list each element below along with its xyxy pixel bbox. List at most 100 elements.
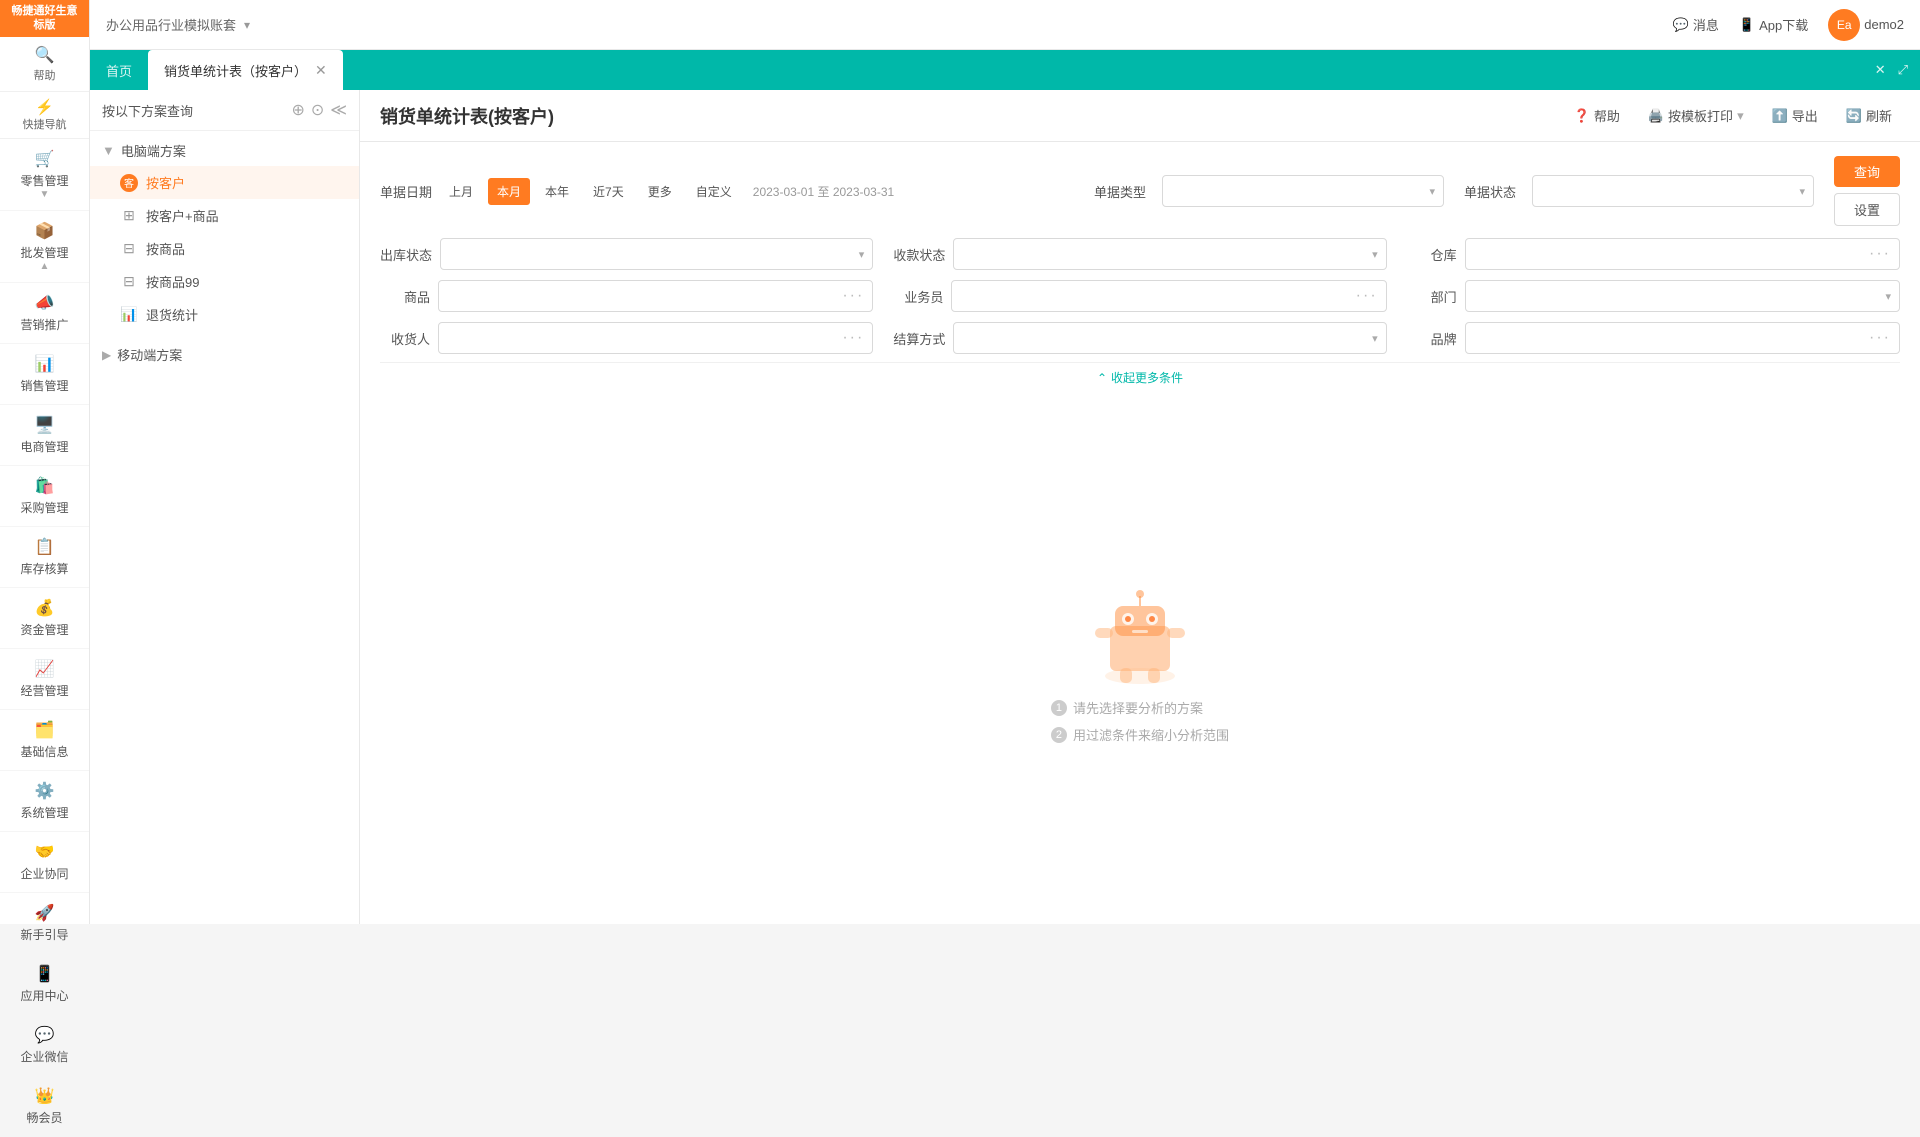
right-panel: 销货单统计表(按客户) ❓ 帮助 🖨️ 按模板打印 ▾ ⬆️ 导出 <box>360 90 1920 924</box>
goods-dots: ··· <box>842 287 864 305</box>
sidebar-item-marketing[interactable]: 📣 营销推广 <box>0 283 89 344</box>
receiver-input[interactable]: ··· <box>438 322 873 354</box>
scheme-item-by-customer[interactable]: 客 按客户 <box>90 166 359 199</box>
filter-date-row: 单据日期 上月 本月 本年 近7天 更多 自定义 2023-03-01 至 20… <box>380 156 1900 226</box>
scheme-item-by-customer-goods[interactable]: ⊞ 按客户+商品 <box>90 199 359 232</box>
tab-home[interactable]: 首页 <box>90 50 148 90</box>
scheme-group-mobile-header[interactable]: ▶ 移动端方案 <box>90 339 359 370</box>
tab-home-label: 首页 <box>106 61 132 80</box>
sidebar-item-member[interactable]: 👑 畅会员 <box>0 1076 89 1137</box>
collapse-panel-btn[interactable]: ≪ <box>330 100 347 120</box>
sidebar-item-wechat[interactable]: 💬 企业微信 <box>0 1015 89 1076</box>
sidebar-item-operations[interactable]: 📈 经营管理 <box>0 649 89 710</box>
operations-label: 经营管理 <box>20 682 68 699</box>
export-btn[interactable]: ⬆️ 导出 <box>1764 102 1826 129</box>
left-panel: 按以下方案查询 ⊕ ⊙ ≪ ▼ 电脑端方案 客 按客户 ⊞ 按客 <box>90 90 360 924</box>
messages-btn[interactable]: 💬 消息 <box>1673 15 1719 34</box>
sidebar-item-newbie[interactable]: 🚀 新手引导 <box>0 893 89 954</box>
date-btn-more[interactable]: 更多 <box>639 178 681 205</box>
brand-dots: ··· <box>1869 329 1891 347</box>
date-btn-this-year[interactable]: 本年 <box>536 178 578 205</box>
by-customer-icon: 客 <box>120 174 138 192</box>
department-label: 部门 <box>1407 287 1457 306</box>
salesperson-label: 业务员 <box>893 287 943 306</box>
add-scheme-btn[interactable]: ⊕ <box>291 100 304 120</box>
sidebar-item-purchase[interactable]: 🛍️ 采购管理 <box>0 466 89 527</box>
query-btn[interactable]: 查询 <box>1834 156 1900 187</box>
scheme-item-by-goods[interactable]: ⊟ 按商品 <box>90 232 359 265</box>
sidebar-item-inventory[interactable]: 📋 库存核算 <box>0 527 89 588</box>
sidebar-item-retail[interactable]: 🛒 零售管理 ▼ <box>0 139 89 211</box>
top-header: 办公用品行业模拟账套 ▾ 💬 消息 📱 App下载 Ea demo2 <box>90 0 1920 50</box>
delivery-status-input[interactable]: ▾ <box>440 238 873 270</box>
filter-cell-receiver: 收货人 ··· <box>380 322 873 354</box>
finance-label: 资金管理 <box>20 621 68 638</box>
search-label: 帮助 <box>6 67 83 83</box>
sidebar-item-finance[interactable]: 💰 资金管理 <box>0 588 89 649</box>
export-label: 导出 <box>1792 106 1818 125</box>
warehouse-input[interactable]: ··· <box>1465 238 1900 270</box>
sidebar: 畅捷通好生意 标版 🔍 帮助 ⚡ 快捷导航 🛒 零售管理 ▼ 📦 批发管理 ▲ … <box>0 0 90 924</box>
date-btn-custom[interactable]: 自定义 <box>687 178 741 205</box>
sidebar-item-basic[interactable]: 🗂️ 基础信息 <box>0 710 89 771</box>
marketing-label: 营销推广 <box>20 316 68 333</box>
date-btn-last-month[interactable]: 上月 <box>440 178 482 205</box>
department-arrow: ▾ <box>1885 290 1891 303</box>
empty-illustration <box>1090 586 1190 686</box>
brand-input[interactable]: ··· <box>1465 322 1900 354</box>
tab-bar: 首页 销货单统计表（按客户） ✕ ✕ ⤢ <box>90 50 1920 90</box>
purchase-label: 采购管理 <box>20 499 68 516</box>
sidebar-item-search[interactable]: 🔍 帮助 <box>0 37 89 92</box>
date-btn-this-month[interactable]: 本月 <box>488 178 530 205</box>
app-download-btn[interactable]: 📱 App下载 <box>1739 15 1808 34</box>
sidebar-item-wholesale[interactable]: 📦 批发管理 ▲ <box>0 211 89 283</box>
settings-btn[interactable]: 设置 <box>1834 193 1900 226</box>
sidebar-item-quicknav[interactable]: ⚡ 快捷导航 <box>0 92 89 139</box>
wholesale-label: 批发管理 <box>20 244 68 261</box>
sidebar-item-cooperation[interactable]: 🤝 企业协同 <box>0 832 89 893</box>
sidebar-item-sales[interactable]: 📊 销售管理 <box>0 344 89 405</box>
empty-state: 1 请先选择要分析的方案 2 用过滤条件来缩小分析范围 <box>360 406 1920 924</box>
header-left: 办公用品行业模拟账套 ▾ <box>106 15 250 34</box>
newbie-icon: 🚀 <box>35 903 55 923</box>
empty-tips: 1 请先选择要分析的方案 2 用过滤条件来缩小分析范围 <box>1051 698 1229 744</box>
tab-close-btn[interactable]: ✕ <box>315 62 327 79</box>
refresh-btn[interactable]: 🔄 刷新 <box>1838 102 1900 129</box>
header-right: 💬 消息 📱 App下载 Ea demo2 <box>1673 9 1904 41</box>
refund-icon: 📊 <box>120 306 138 324</box>
print-icon: 🖨️ <box>1648 108 1664 124</box>
print-label: 按模板打印 <box>1668 106 1733 125</box>
department-input[interactable]: ▾ <box>1465 280 1900 312</box>
print-btn[interactable]: 🖨️ 按模板打印 ▾ <box>1640 102 1752 129</box>
voucher-status-input[interactable]: ▾ <box>1532 175 1814 207</box>
payment-status-input[interactable]: ▾ <box>953 238 1386 270</box>
salesperson-input[interactable]: ··· <box>951 280 1386 312</box>
date-btn-last-7[interactable]: 近7天 <box>584 178 633 205</box>
sidebar-item-system[interactable]: ⚙️ 系统管理 <box>0 771 89 832</box>
page-actions: ❓ 帮助 🖨️ 按模板打印 ▾ ⬆️ 导出 🔄 刷新 <box>1566 102 1900 129</box>
tab-sales-stats[interactable]: 销货单统计表（按客户） ✕ <box>148 50 343 90</box>
date-filter: 上月 本月 本年 近7天 更多 自定义 <box>440 178 741 205</box>
date-range: 2023-03-01 至 2023-03-31 <box>753 183 894 200</box>
print-arrow: ▾ <box>1737 108 1744 124</box>
goods-input[interactable]: ··· <box>438 280 873 312</box>
scheme-item-by-goods-99[interactable]: ⊟ 按商品99 <box>90 265 359 298</box>
user-name: demo2 <box>1864 17 1904 32</box>
help-btn[interactable]: ❓ 帮助 <box>1566 102 1628 129</box>
breadcrumb-dropdown[interactable]: ▾ <box>244 18 250 32</box>
settings-scheme-btn[interactable]: ⊙ <box>311 100 324 120</box>
refresh-icon: 🔄 <box>1846 108 1862 124</box>
scheme-group-desktop-header[interactable]: ▼ 电脑端方案 <box>90 135 359 166</box>
window-close-btn[interactable]: ✕ <box>1875 62 1886 78</box>
sidebar-item-appcenter[interactable]: 📱 应用中心 <box>0 954 89 1015</box>
settlement-input[interactable]: ▾ <box>953 322 1386 354</box>
window-maximize-btn[interactable]: ⤢ <box>1898 62 1908 78</box>
voucher-type-input[interactable]: ▾ <box>1162 175 1444 207</box>
avatar-text: Ea <box>1837 18 1852 32</box>
user-info[interactable]: Ea demo2 <box>1828 9 1904 41</box>
collapse-btn[interactable]: ⌃ 收起更多条件 <box>380 363 1900 392</box>
appcenter-icon: 📱 <box>35 964 55 984</box>
filter-cell-department: 部门 ▾ <box>1407 280 1900 312</box>
sidebar-item-ecommerce[interactable]: 🖥️ 电商管理 <box>0 405 89 466</box>
scheme-item-refund[interactable]: 📊 退货统计 <box>90 298 359 331</box>
